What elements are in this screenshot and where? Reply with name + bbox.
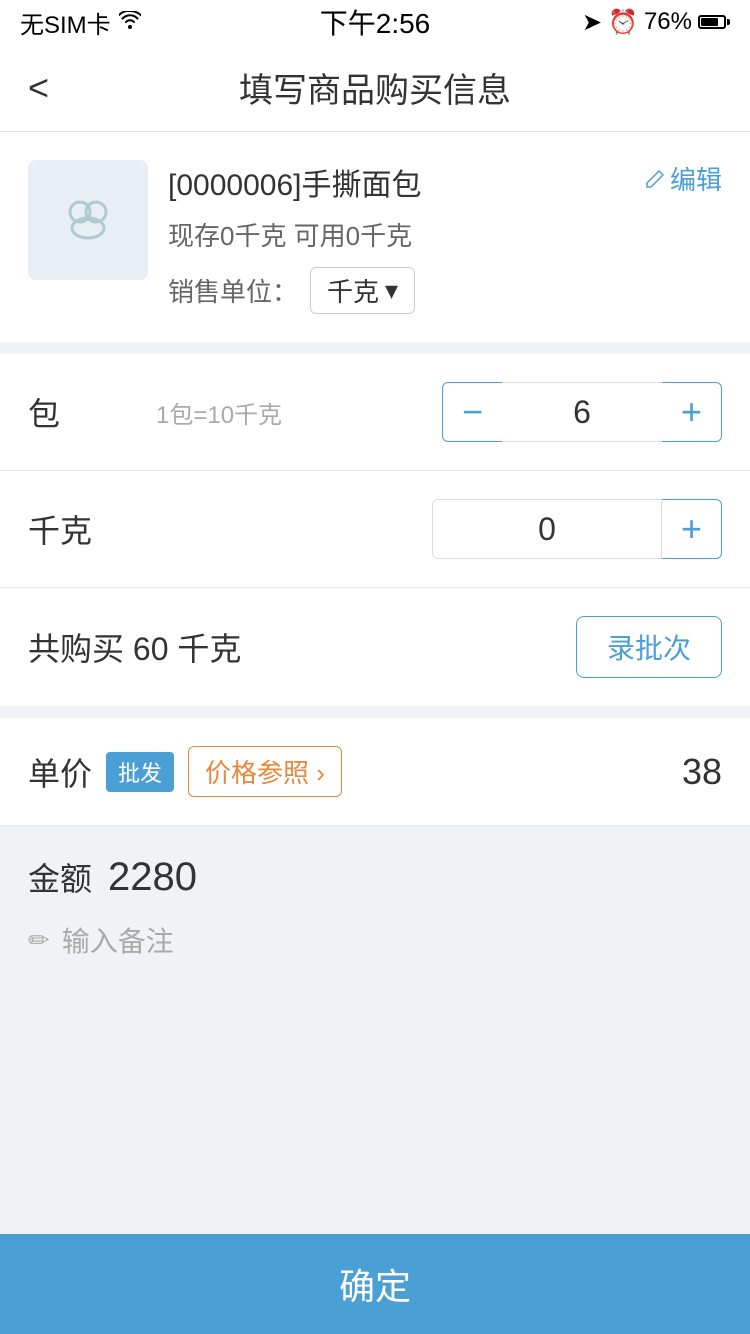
- kg-qty-control: +: [432, 499, 722, 559]
- page-title: 填写商品购买信息: [239, 63, 511, 112]
- product-name-row: [0000006]手撕面包 编辑: [168, 160, 722, 204]
- product-info: [0000006]手撕面包 编辑 现存0千克 可用0千克 销售单位： 千克 ▾: [168, 160, 722, 314]
- confirm-button[interactable]: 确定: [0, 1234, 750, 1334]
- status-time: 下午2:56: [320, 2, 431, 42]
- package-row: 包 1包=10千克 − +: [0, 354, 750, 471]
- product-unit-row: 销售单位： 千克 ▾: [168, 267, 722, 314]
- price-left: 单价 批发 价格参照 ›: [28, 746, 342, 797]
- remark-row[interactable]: ✏ 输入备注: [28, 920, 722, 960]
- back-button[interactable]: <: [28, 67, 49, 109]
- unit-label: 销售单位：: [168, 272, 298, 309]
- amount-section: 金额 2280 ✏ 输入备注: [0, 826, 750, 988]
- kg-increment-button[interactable]: +: [662, 499, 722, 559]
- price-value: 38: [682, 751, 722, 793]
- amount-row: 金额 2280: [28, 854, 722, 900]
- edit-button[interactable]: 编辑: [644, 160, 722, 197]
- price-section: 单价 批发 价格参照 › 38: [0, 718, 750, 826]
- price-tag: 批发: [106, 752, 174, 792]
- total-row: 共购买 60 千克 录批次: [0, 588, 750, 718]
- remark-placeholder: 输入备注: [62, 920, 174, 960]
- kg-row: 千克 +: [0, 471, 750, 588]
- package-decrement-button[interactable]: −: [442, 382, 502, 442]
- remark-icon: ✏: [28, 925, 50, 956]
- price-label: 单价: [28, 749, 92, 795]
- product-stock: 现存0千克 可用0千克: [168, 216, 722, 253]
- unit-select[interactable]: 千克 ▾: [310, 267, 415, 314]
- package-qty-control: − +: [442, 382, 722, 442]
- batch-button[interactable]: 录批次: [576, 616, 722, 678]
- nav-bar: < 填写商品购买信息: [0, 44, 750, 132]
- chevron-down-icon: ▾: [385, 275, 398, 306]
- battery-percentage: 76%: [644, 8, 692, 36]
- status-bar: 无SIM卡 下午2:56 ➤ ⏰ 76%: [0, 0, 750, 44]
- amount-label: 金额: [28, 854, 92, 900]
- status-left: 无SIM卡: [20, 5, 141, 40]
- input-section: 包 1包=10千克 − + 千克 +: [0, 354, 750, 588]
- product-card: [0000006]手撕面包 编辑 现存0千克 可用0千克 销售单位： 千克 ▾: [0, 132, 750, 354]
- price-row: 单价 批发 价格参照 › 38: [28, 746, 722, 797]
- total-text: 共购买 60 千克: [28, 624, 241, 670]
- wifi-icon: [119, 8, 141, 36]
- price-ref-button[interactable]: 价格参照 ›: [188, 746, 342, 797]
- kg-label: 千克: [28, 506, 148, 552]
- package-increment-button[interactable]: +: [662, 382, 722, 442]
- product-image: [28, 160, 148, 280]
- kg-qty-input[interactable]: [432, 499, 662, 559]
- status-right: ➤ ⏰ 76%: [582, 8, 730, 37]
- amount-value: 2280: [108, 855, 197, 900]
- location-icon: ➤: [582, 8, 602, 37]
- battery-icon: [698, 15, 730, 29]
- package-sublabel: 1包=10千克: [156, 395, 442, 430]
- package-label: 包: [28, 389, 148, 435]
- package-qty-input[interactable]: [502, 382, 662, 442]
- alarm-icon: ⏰: [608, 8, 638, 37]
- product-name: [0000006]手撕面包: [168, 160, 644, 204]
- carrier-label: 无SIM卡: [20, 5, 111, 40]
